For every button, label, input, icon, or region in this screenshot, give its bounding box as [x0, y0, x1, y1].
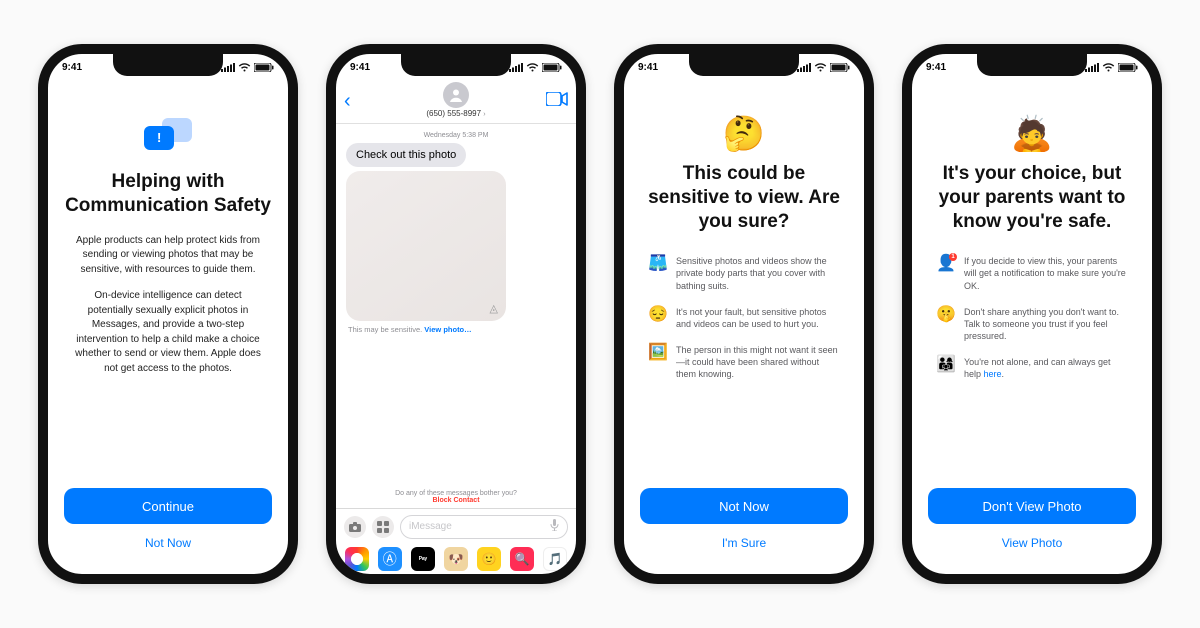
- message-composer: iMessage: [336, 508, 576, 544]
- reason-text: Sensitive photos and videos show the pri…: [676, 255, 840, 291]
- status-time: 9:41: [62, 62, 82, 73]
- not-now-button[interactable]: Not Now: [64, 528, 272, 558]
- button-bar: Continue Not Now: [48, 488, 288, 574]
- page-title: Helping with Communication Safety: [64, 170, 272, 218]
- signal-icon: [221, 63, 235, 72]
- signal-icon: [509, 63, 523, 72]
- parent-notification-icon: 👤1: [936, 255, 954, 273]
- incoming-blurred-photo[interactable]: ◬: [346, 171, 506, 321]
- device-notch: [689, 54, 799, 76]
- button-bar: Don't View Photo View Photo: [912, 488, 1152, 574]
- bother-prompt: Do any of these messages bother you? Blo…: [346, 490, 566, 508]
- thinking-emoji-icon: 🤔: [640, 114, 848, 154]
- picture-frame-icon: 🖼️: [648, 344, 666, 362]
- status-indicators: [797, 63, 850, 72]
- device-notch: [977, 54, 1087, 76]
- phone-2-messages-conversation: 9:41 ‹ (650) 555-8997 › Wednesday 5:38 P…: [326, 44, 586, 584]
- messages-app-strip: Ⓐ Pay 🐶 🙂 🔍 🎵: [336, 544, 576, 574]
- button-bar: Not Now I'm Sure: [624, 488, 864, 574]
- app-photos-icon[interactable]: [345, 547, 369, 571]
- wifi-icon: [238, 63, 251, 72]
- communication-safety-icon: !: [144, 118, 192, 158]
- status-indicators: [509, 63, 562, 72]
- device-notch: [401, 54, 511, 76]
- reason-item: 🖼️ The person in this might not want it …: [648, 344, 840, 380]
- dont-share-icon: 🤫: [936, 306, 954, 324]
- avatar-icon: [443, 82, 469, 108]
- app-memoji-icon[interactable]: 🙂: [477, 547, 501, 571]
- sensitive-caption: This may be sensitive. View photo…: [348, 325, 566, 334]
- help-here-link[interactable]: here: [984, 369, 1002, 379]
- battery-icon: [254, 63, 274, 72]
- view-photo-link[interactable]: View photo…: [424, 325, 471, 334]
- signal-icon: [1085, 63, 1099, 72]
- dont-view-photo-button[interactable]: Don't View Photo: [928, 488, 1136, 524]
- app-appstore-icon[interactable]: Ⓐ: [378, 547, 402, 571]
- reason-item: 😔 It's not your fault, but sensitive pho…: [648, 306, 840, 330]
- page-title: This could be sensitive to view. Are you…: [640, 162, 848, 233]
- app-drawer-button[interactable]: [372, 516, 394, 538]
- message-timestamp: Wednesday 5:38 PM: [346, 132, 566, 139]
- person-bowing-emoji-icon: 🙇: [928, 114, 1136, 154]
- chevron-right-icon: ›: [483, 111, 485, 118]
- reasons-list: 🩳 Sensitive photos and videos show the p…: [640, 255, 848, 380]
- dictate-icon[interactable]: [550, 519, 559, 534]
- im-sure-button[interactable]: I'm Sure: [640, 528, 848, 558]
- reason-text: The person in this might not want it see…: [676, 344, 840, 380]
- reason-item: 👤1 If you decide to view this, your pare…: [936, 255, 1128, 291]
- wifi-icon: [814, 63, 827, 72]
- battery-icon: [542, 63, 562, 72]
- reason-text: You're not alone, and can always get hel…: [964, 356, 1128, 380]
- battery-icon: [1118, 63, 1138, 72]
- device-notch: [113, 54, 223, 76]
- continue-button[interactable]: Continue: [64, 488, 272, 524]
- app-apple-pay-icon[interactable]: Pay: [411, 547, 435, 571]
- messages-header: ‹ (650) 555-8997 ›: [336, 80, 576, 124]
- incoming-text-bubble[interactable]: Check out this photo: [346, 143, 466, 167]
- message-input[interactable]: iMessage: [400, 515, 568, 539]
- reason-text: It's not your fault, but sensitive photo…: [676, 306, 840, 330]
- reason-text: Don't share anything you don't want to. …: [964, 306, 1128, 342]
- reason-text: If you decide to view this, your parents…: [964, 255, 1128, 291]
- bother-question: Do any of these messages bother you?: [346, 490, 566, 497]
- screen-content: ! Helping with Communication Safety Appl…: [48, 80, 288, 488]
- message-thread[interactable]: Wednesday 5:38 PM Check out this photo ◬…: [336, 124, 576, 508]
- family-icon: 👨‍👩‍👧: [936, 356, 954, 374]
- app-music-icon[interactable]: 🎵: [543, 547, 567, 571]
- phone-1-communication-safety-intro: 9:41 ! Helping with Communication Safety…: [38, 44, 298, 584]
- phone-4-parent-notification-warning: 9:41 🙇 It's your choice, but your parent…: [902, 44, 1162, 584]
- phone-3-sensitive-warning: 9:41 🤔 This could be sensitive to view. …: [614, 44, 874, 584]
- status-indicators: [1085, 63, 1138, 72]
- intro-paragraph-1: Apple products can help protect kids fro…: [72, 234, 264, 278]
- page-title: It's your choice, but your parents want …: [928, 162, 1136, 233]
- app-images-search-icon[interactable]: 🔍: [510, 547, 534, 571]
- sad-face-icon: 😔: [648, 306, 666, 324]
- block-contact-link[interactable]: Block Contact: [432, 497, 479, 504]
- status-time: 9:41: [926, 62, 946, 73]
- not-now-button[interactable]: Not Now: [640, 488, 848, 524]
- reason-item: 🩳 Sensitive photos and videos show the p…: [648, 255, 840, 291]
- screen-content: 🤔 This could be sensitive to view. Are y…: [624, 80, 864, 488]
- screen-content: 🙇 It's your choice, but your parents wan…: [912, 80, 1152, 488]
- camera-button[interactable]: [344, 516, 366, 538]
- reasons-list: 👤1 If you decide to view this, your pare…: [928, 255, 1136, 380]
- message-placeholder: iMessage: [409, 521, 452, 532]
- status-time: 9:41: [638, 62, 658, 73]
- warning-icon: ◬: [490, 302, 498, 315]
- app-animoji-dog-icon[interactable]: 🐶: [444, 547, 468, 571]
- status-time: 9:41: [350, 62, 370, 73]
- intro-paragraph-2: On-device intelligence can detect potent…: [72, 289, 264, 376]
- bathing-suit-icon: 🩳: [648, 255, 666, 273]
- reason-item: 🤫 Don't share anything you don't want to…: [936, 306, 1128, 342]
- wifi-icon: [1102, 63, 1115, 72]
- signal-icon: [797, 63, 811, 72]
- wifi-icon: [526, 63, 539, 72]
- status-indicators: [221, 63, 274, 72]
- battery-icon: [830, 63, 850, 72]
- reason-item: 👨‍👩‍👧 You're not alone, and can always g…: [936, 356, 1128, 380]
- contact-header[interactable]: (650) 555-8997 ›: [336, 82, 576, 118]
- view-photo-button[interactable]: View Photo: [928, 528, 1136, 558]
- contact-number: (650) 555-8997: [426, 109, 481, 118]
